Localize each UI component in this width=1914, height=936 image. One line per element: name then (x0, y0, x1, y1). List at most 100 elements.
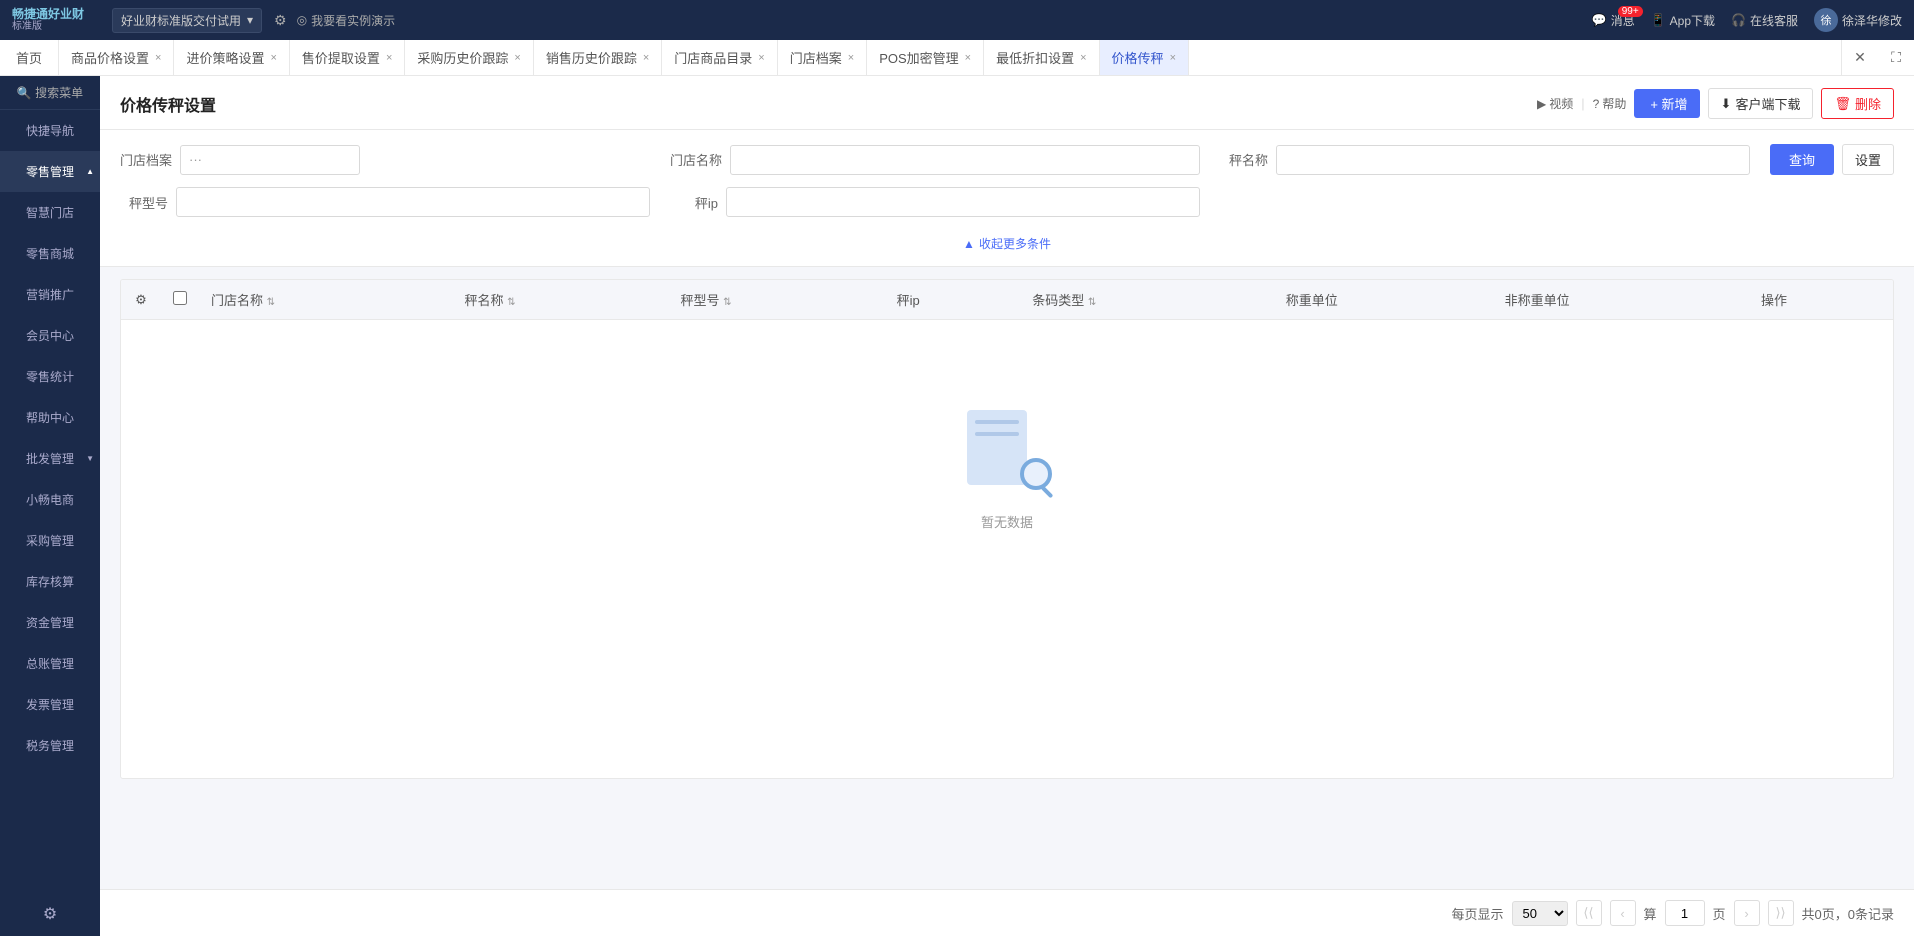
close-icon[interactable]: × (758, 52, 764, 64)
scale-name-label: 秤名称 (1220, 150, 1268, 169)
close-icon[interactable]: × (155, 52, 161, 64)
sidebar-item-finance[interactable]: 资金管理 (0, 602, 100, 643)
sort-icon[interactable]: ⇅ (1088, 297, 1096, 308)
close-icon[interactable]: × (848, 52, 854, 64)
page-header: 价格传秤设置 ▶ 视频 | ? 帮助 + 新增 (100, 76, 1914, 130)
demo-button[interactable]: ◎ 我要看实例演示 (297, 12, 396, 29)
page-title-row: 价格传秤设置 ▶ 视频 | ? 帮助 + 新增 (120, 88, 1894, 129)
store-file-input[interactable] (180, 145, 360, 175)
th-weight-unit: 称重单位 (1274, 280, 1493, 320)
sort-icon[interactable]: ⇅ (267, 297, 275, 308)
pagination: 每页显示 50 10 20 100 ⟨⟨ ‹ 算 页 › ⟩⟩ 共0页，0条记录 (100, 889, 1914, 936)
close-icon[interactable]: × (643, 52, 649, 64)
version-label: 好业财标准版交付试用 (121, 12, 241, 29)
version-select[interactable]: 好业财标准版交付试用 ▾ (112, 8, 262, 33)
store-name-label: 门店名称 (670, 150, 722, 169)
search-row-2: 秤型号 秤ip (120, 187, 1894, 217)
close-icon[interactable]: × (1170, 52, 1176, 64)
tab-store-catalog[interactable]: 门店商品目录 × (662, 40, 777, 76)
store-name-input[interactable] (730, 145, 1200, 175)
maximize-button[interactable]: ⛶ (1878, 40, 1914, 76)
tab-purchase-history[interactable]: 采购历史价跟踪 × (405, 40, 533, 76)
tab-purchase-strategy[interactable]: 进价策略设置 × (174, 40, 289, 76)
message-button[interactable]: 💬 消息 99+ (1592, 12, 1635, 29)
sidebar-gear-button[interactable]: ⚙ (0, 892, 100, 936)
store-file-field: 门店档案 (120, 145, 650, 175)
collapse-button[interactable]: ▲ 收起更多条件 (963, 235, 1051, 252)
sidebar-item-member[interactable]: 会员中心 (0, 315, 100, 356)
sidebar-quick-nav[interactable]: 快捷导航 (0, 110, 100, 151)
th-action: 操作 (1749, 280, 1893, 320)
avatar: 徐 (1814, 8, 1838, 32)
scale-ip-input[interactable] (726, 187, 1200, 217)
tab-home[interactable]: 首页 (0, 40, 59, 76)
user-menu-button[interactable]: 徐 徐泽华修改 (1814, 8, 1902, 32)
tab-price-scale[interactable]: 价格传秤 × (1100, 40, 1189, 76)
divider: | (1581, 96, 1584, 111)
search-button[interactable]: 查询 (1770, 144, 1834, 175)
app-download-button[interactable]: 📱 App下载 (1651, 12, 1715, 29)
tab-sale-price[interactable]: 售价提取设置 × (290, 40, 405, 76)
search-icon: 🔍 (17, 86, 32, 100)
sidebar-item-inventory[interactable]: 库存核算 (0, 561, 100, 602)
version-gear-button[interactable]: ⚙ (274, 12, 287, 29)
close-icon[interactable]: × (965, 52, 971, 64)
select-all-checkbox[interactable] (173, 291, 187, 305)
close-icon[interactable]: × (386, 52, 392, 64)
store-file-label: 门店档案 (120, 150, 172, 169)
first-page-button[interactable]: ⟨⟨ (1576, 900, 1602, 926)
sort-icon[interactable]: ⇅ (507, 297, 515, 308)
sidebar-item-retail-stats[interactable]: 零售统计 (0, 356, 100, 397)
tab-goods-price[interactable]: 商品价格设置 × (59, 40, 174, 76)
sidebar-item-wholesale[interactable]: 批发管理 (0, 438, 100, 479)
download-client-button[interactable]: ⬇ 客户端下载 (1708, 88, 1814, 119)
customer-service-button[interactable]: 🎧 在线客服 (1731, 12, 1798, 29)
th-gear: ⚙ (121, 280, 161, 320)
last-page-button[interactable]: ⟩⟩ (1768, 900, 1794, 926)
sidebar-item-marketing[interactable]: 营销推广 (0, 274, 100, 315)
sidebar-item-purchase[interactable]: 采购管理 (0, 520, 100, 561)
sidebar-search[interactable]: 🔍 搜索菜单 (0, 76, 100, 110)
sidebar-item-ledger[interactable]: 总账管理 (0, 643, 100, 684)
sidebar-item-tax[interactable]: 税务管理 (0, 725, 100, 766)
sort-icon[interactable]: ⇅ (723, 297, 731, 308)
close-window-button[interactable]: ✕ (1842, 40, 1878, 76)
sidebar-item-help[interactable]: 帮助中心 (0, 397, 100, 438)
magnifier-shape (1020, 458, 1052, 490)
sidebar-item-retail[interactable]: 零售管理 (0, 151, 100, 192)
scale-model-input[interactable] (176, 187, 650, 217)
sidebar-item-smart-store[interactable]: 智慧门店 (0, 192, 100, 233)
tab-store-file[interactable]: 门店档案 × (778, 40, 867, 76)
close-icon[interactable]: × (514, 52, 520, 64)
page-number-input[interactable] (1665, 900, 1705, 926)
help-icon: ? (1593, 97, 1600, 111)
help-link[interactable]: ? 帮助 (1593, 95, 1627, 112)
sidebar-item-invoice[interactable]: 发票管理 (0, 684, 100, 725)
page-size-select[interactable]: 50 10 20 100 (1512, 901, 1568, 926)
video-link[interactable]: ▶ 视频 (1537, 95, 1573, 112)
empty-illustration (957, 400, 1057, 500)
logo-title: 畅捷通好业财 (12, 7, 84, 21)
next-page-button[interactable]: › (1734, 900, 1760, 926)
delete-button[interactable]: 🗑 删除 (1821, 88, 1894, 119)
scale-name-input[interactable] (1276, 145, 1750, 175)
gear-icon[interactable]: ⚙ (135, 292, 147, 307)
tab-sale-history[interactable]: 销售历史价跟踪 × (534, 40, 662, 76)
th-scale-model: 秤型号 ⇅ (669, 280, 885, 320)
close-icon[interactable]: × (270, 52, 276, 64)
close-icon[interactable]: × (1080, 52, 1086, 64)
settings-button[interactable]: 设置 (1842, 144, 1894, 175)
add-button[interactable]: + 新增 (1634, 89, 1699, 118)
tab-min-discount[interactable]: 最低折扣设置 × (984, 40, 1099, 76)
prev-page-button[interactable]: ‹ (1610, 900, 1636, 926)
scale-ip-field: 秤ip (670, 187, 1200, 217)
tab-pos-secret[interactable]: POS加密管理 × (867, 40, 984, 76)
sidebar-item-ecom[interactable]: 小畅电商 (0, 479, 100, 520)
table-area: ⚙ 门店名称 ⇅ 秤名称 ⇅ (100, 267, 1914, 889)
top-bar: 畅捷通好业财 标准版 好业财标准版交付试用 ▾ ⚙ ◎ 我要看实例演示 💬 消息… (0, 0, 1914, 40)
nav-tabs: 首页 商品价格设置 × 进价策略设置 × 售价提取设置 × 采购历史价跟踪 × … (0, 40, 1914, 76)
empty-text: 暂无数据 (981, 512, 1033, 531)
sidebar-item-retail-mall[interactable]: 零售商城 (0, 233, 100, 274)
scale-model-label: 秤型号 (120, 193, 168, 212)
window-controls: ✕ ⛶ (1841, 40, 1914, 76)
